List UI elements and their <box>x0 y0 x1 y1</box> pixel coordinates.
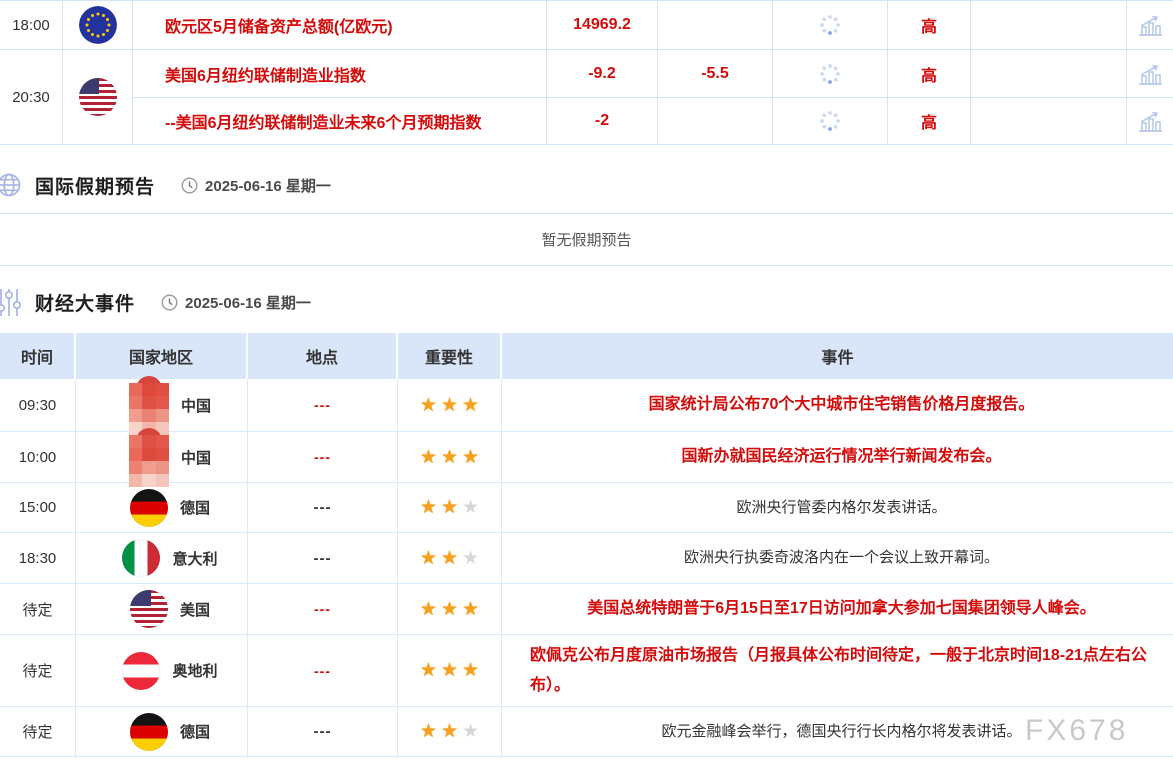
flag-icon-china-pixelated <box>129 435 169 487</box>
fx678-watermark: FX678 <box>1025 714 1128 748</box>
event-country: 中国 <box>181 447 211 468</box>
holiday-section-header: 国际假期预告 2025-06-16 星期一 <box>0 167 1173 203</box>
loading-spinner-icon <box>773 98 888 145</box>
event-country: 奥地利 <box>172 660 217 681</box>
economic-data-table: 18:00 欧元区5月储备资产总额(亿欧元) 14969.2 高 <box>0 0 1173 145</box>
header-location: 地点 <box>248 333 398 379</box>
eco-forecast <box>658 98 773 145</box>
eco-indicator: 美国6月纽约联储制造业指数 <box>133 50 547 98</box>
event-time: 15:00 <box>0 483 76 533</box>
eco-indicator: 欧元区5月储备资产总额(亿欧元) <box>133 1 547 50</box>
importance-stars: ★★★ <box>420 598 479 621</box>
importance-stars: ★★★ <box>420 394 479 417</box>
events-section-header: 财经大事件 2025-06-16 星期一 <box>0 284 1173 320</box>
eco-actual: 14969.2 <box>547 1 658 50</box>
event-time: 待定 <box>0 584 76 635</box>
event-country: 美国 <box>180 599 210 620</box>
eco-empty-cell <box>971 1 1127 50</box>
chart-detail-icon[interactable] <box>1127 1 1173 50</box>
eco-forecast <box>658 1 773 50</box>
eco-empty-cell <box>971 50 1127 98</box>
eco-actual: -2 <box>547 98 658 145</box>
eco-empty-cell <box>971 98 1127 145</box>
events-section-title: 财经大事件 <box>35 289 135 316</box>
event-time: 待定 <box>0 635 76 707</box>
header-event: 事件 <box>502 333 1173 379</box>
eco-actual: -9.2 <box>547 50 658 98</box>
importance-stars: ★★★ <box>420 496 479 519</box>
event-location: --- <box>248 483 398 533</box>
importance-stars: ★★★ <box>420 547 479 570</box>
header-time: 时间 <box>0 333 76 379</box>
event-location: --- <box>248 584 398 635</box>
event-description: 国家统计局公布70个大中城市住宅销售价格月度报告。 <box>502 379 1173 432</box>
importance-stars: ★★★ <box>420 446 479 469</box>
event-country: 德国 <box>180 721 210 742</box>
importance-stars: ★★★ <box>420 659 479 682</box>
header-country: 国家地区 <box>76 333 248 379</box>
eco-importance: 高 <box>888 98 971 145</box>
event-description: 欧洲央行执委奇波洛内在一个会议上致开幕词。 <box>502 533 1173 584</box>
eco-importance: 高 <box>888 1 971 50</box>
clock-icon <box>181 177 198 194</box>
holiday-section-title: 国际假期预告 <box>35 172 155 199</box>
event-time: 18:30 <box>0 533 76 584</box>
flag-icon-germany <box>130 713 168 751</box>
flag-icon-italy <box>122 539 160 577</box>
loading-spinner-icon <box>773 50 888 98</box>
header-importance: 重要性 <box>398 333 502 379</box>
event-location: --- <box>248 533 398 584</box>
event-time: 10:00 <box>0 432 76 483</box>
event-country: 中国 <box>181 395 211 416</box>
eco-forecast: -5.5 <box>658 50 773 98</box>
sliders-icon <box>0 287 25 317</box>
event-location: --- <box>248 379 398 432</box>
event-country: 德国 <box>180 497 210 518</box>
event-description: 欧洲央行管委内格尔发表讲话。 <box>502 483 1173 533</box>
chart-detail-icon[interactable] <box>1127 98 1173 145</box>
events-section-date: 2025-06-16 星期一 <box>161 292 311 313</box>
flag-icon-germany <box>130 489 168 527</box>
flag-icon-austria <box>122 652 160 690</box>
event-time: 待定 <box>0 707 76 757</box>
eco-time: 18:00 <box>0 1 63 50</box>
event-description: 美国总统特朗普于6月15日至17日访问加拿大参加七国集团领导人峰会。 <box>502 584 1173 635</box>
chart-detail-icon[interactable] <box>1127 50 1173 98</box>
event-time: 09:30 <box>0 379 76 432</box>
globe-icon <box>0 171 25 199</box>
flag-icon-us <box>63 50 133 145</box>
flag-icon-usa <box>130 590 168 628</box>
event-description: 国新办就国民经济运行情况举行新闻发布会。 <box>502 432 1173 483</box>
eco-indicator: --美国6月纽约联储制造业未来6个月预期指数 <box>133 98 547 145</box>
event-country: 意大利 <box>172 548 217 569</box>
importance-stars: ★★★ <box>420 720 479 743</box>
events-table: 时间 国家地区 地点 重要性 事件 09:30 中国 --- ★★★ 国家统计局… <box>0 333 1173 757</box>
flag-icon-eu <box>63 1 133 50</box>
event-description: 欧佩克公布月度原油市场报告（月报具体公布时间待定，一般于北京时间18-21点左右… <box>502 635 1173 707</box>
eco-importance: 高 <box>888 50 971 98</box>
event-location: --- <box>248 707 398 757</box>
holiday-empty-message: 暂无假期预告 <box>0 213 1173 266</box>
eco-time: 20:30 <box>0 50 63 145</box>
event-location: --- <box>248 635 398 707</box>
event-location: --- <box>248 432 398 483</box>
loading-spinner-icon <box>773 1 888 50</box>
holiday-section-date: 2025-06-16 星期一 <box>181 175 331 196</box>
clock-icon <box>161 294 178 311</box>
